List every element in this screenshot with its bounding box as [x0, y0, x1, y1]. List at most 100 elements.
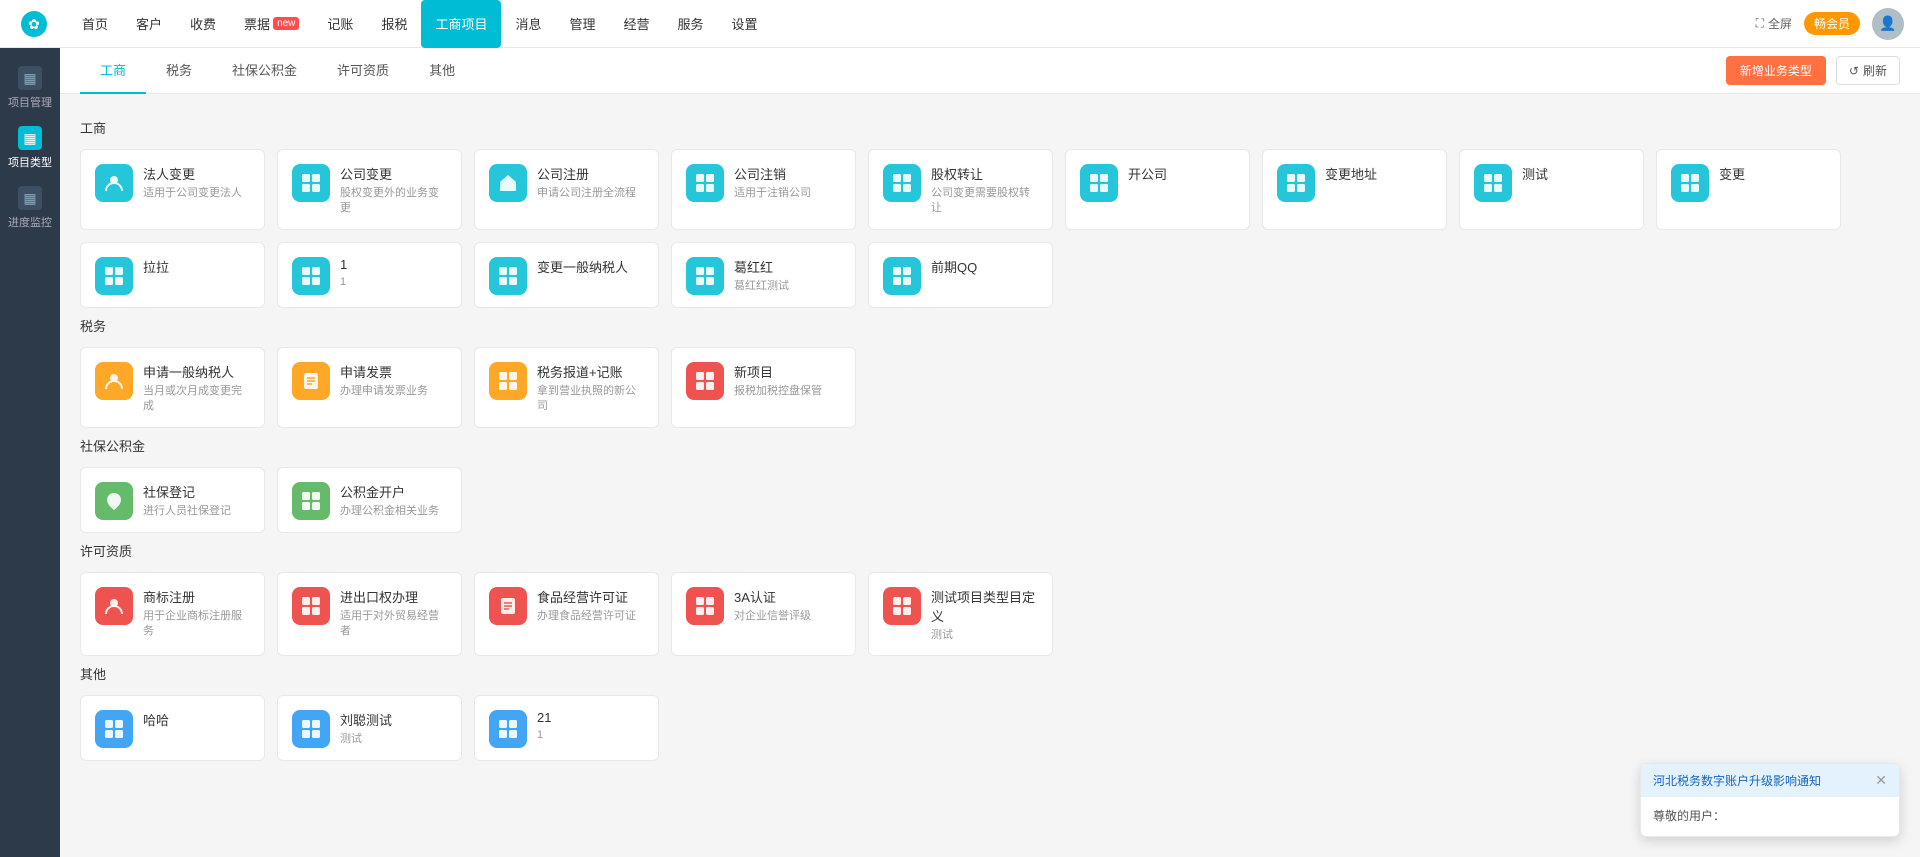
card-text: 社保登记进行人员社保登记: [143, 482, 231, 519]
card-icon: [95, 587, 133, 625]
card-法人变更[interactable]: 法人变更适用于公司变更法人: [80, 149, 265, 230]
card-icon: [95, 257, 133, 295]
sub-tab-工商[interactable]: 工商: [80, 48, 146, 94]
card-title: 葛红红: [734, 257, 789, 276]
sidebar-item-label: 项目类型: [8, 154, 52, 170]
sub-tab-社保公积金[interactable]: 社保公积金: [212, 48, 317, 94]
nav-item-设置[interactable]: 设置: [718, 0, 772, 48]
sidebar-item-进度监控[interactable]: ▦进度监控: [0, 178, 60, 238]
cards-grid-其他: 哈哈 刘聪测试测试 211: [80, 695, 1900, 761]
cards-grid-许可资质: 商标注册用于企业商标注册服务 进出口权办理适用于对外贸易经营者 食品经营许可证办…: [80, 572, 1900, 656]
card-股权转让[interactable]: 股权转让公司变更需要股权转让: [868, 149, 1053, 230]
new-type-button[interactable]: 新增业务类型: [1726, 56, 1826, 85]
notification-body-text: 尊敬的用户：: [1653, 809, 1725, 823]
refresh-button[interactable]: ↺ 刷新: [1836, 56, 1900, 85]
nav-item-报税[interactable]: 报税: [367, 0, 421, 48]
card-inner: 食品经营许可证办理食品经营许可证: [489, 587, 644, 625]
nav-item-票据[interactable]: 票据new: [230, 0, 313, 48]
sidebar-item-项目类型[interactable]: ▦项目类型: [0, 118, 60, 178]
card-title: 公司变更: [340, 164, 447, 183]
card-text: 测试: [1522, 164, 1548, 186]
card-测试项目类型目定义[interactable]: 测试项目类型目定义测试: [868, 572, 1053, 656]
card-申请一般纳税人[interactable]: 申请一般纳税人当月或次月成变更完成: [80, 347, 265, 428]
card-title: 21: [537, 710, 551, 725]
sub-tab-税务[interactable]: 税务: [146, 48, 212, 94]
card-1[interactable]: 11: [277, 242, 462, 308]
refresh-icon: ↺: [1849, 64, 1859, 78]
card-text: 211: [537, 710, 551, 743]
card-inner: 公司变更股权变更外的业务变更: [292, 164, 447, 217]
card-变更地址[interactable]: 变更地址: [1262, 149, 1447, 230]
card-text: 公积金开户办理公积金相关业务: [340, 482, 439, 519]
card-text: 刘聪测试测试: [340, 710, 392, 747]
card-21[interactable]: 211: [474, 695, 659, 761]
card-desc: 1: [537, 728, 551, 743]
app-logo[interactable]: ✿: [16, 6, 52, 42]
card-desc: 适用于对外贸易经营者: [340, 609, 447, 640]
card-text: 11: [340, 257, 347, 290]
card-公司变更[interactable]: 公司变更股权变更外的业务变更: [277, 149, 462, 230]
card-公司注销[interactable]: 公司注销适用于注销公司: [671, 149, 856, 230]
card-社保登记[interactable]: 社保登记进行人员社保登记: [80, 467, 265, 533]
card-葛红红[interactable]: 葛红红葛红红测试: [671, 242, 856, 308]
card-text: 葛红红葛红红测试: [734, 257, 789, 294]
card-3A认证[interactable]: 3A认证对企业信誉评级: [671, 572, 856, 656]
card-title: 1: [340, 257, 347, 272]
section-title-工商: 工商: [80, 118, 1900, 137]
card-变更一般纳税人[interactable]: 变更一般纳税人: [474, 242, 659, 308]
notification-close-button[interactable]: ✕: [1875, 772, 1887, 789]
card-title: 前期QQ: [931, 257, 977, 276]
notification-body: 尊敬的用户：: [1641, 797, 1899, 836]
card-title: 哈哈: [143, 710, 169, 729]
card-公积金开户[interactable]: 公积金开户办理公积金相关业务: [277, 467, 462, 533]
avatar[interactable]: 👤: [1872, 8, 1904, 40]
card-icon: [1671, 164, 1709, 202]
card-title: 变更: [1719, 164, 1745, 183]
card-刘聪测试[interactable]: 刘聪测试测试: [277, 695, 462, 761]
card-变更[interactable]: 变更: [1656, 149, 1841, 230]
card-拉拉[interactable]: 拉拉: [80, 242, 265, 308]
card-食品经营许可证[interactable]: 食品经营许可证办理食品经营许可证: [474, 572, 659, 656]
vip-button[interactable]: 畅会员: [1804, 12, 1860, 35]
fullscreen-label: 全屏: [1768, 15, 1792, 32]
nav-item-工商项目[interactable]: 工商项目: [421, 0, 501, 48]
fullscreen-button[interactable]: ⛶ 全屏: [1756, 15, 1792, 32]
svg-text:✿: ✿: [28, 16, 40, 32]
card-税务报道+记账[interactable]: 税务报道+记账拿到营业执照的新公司: [474, 347, 659, 428]
card-title: 刘聪测试: [340, 710, 392, 729]
card-哈哈[interactable]: 哈哈: [80, 695, 265, 761]
nav-item-客户[interactable]: 客户: [122, 0, 176, 48]
card-前期QQ[interactable]: 前期QQ: [868, 242, 1053, 308]
card-inner: 进出口权办理适用于对外贸易经营者: [292, 587, 447, 640]
content-area: 工商 法人变更适用于公司变更法人 公司变更股权变更外的业务变更 公司注册申请公司…: [60, 94, 1920, 785]
card-text: 申请发票办理申请发票业务: [340, 362, 428, 399]
sub-tab-其他[interactable]: 其他: [409, 48, 475, 94]
card-公司注册[interactable]: 公司注册申请公司注册全流程: [474, 149, 659, 230]
top-navigation: ✿ 首页客户收费票据new记账报税工商项目消息管理经营服务设置 ⛶ 全屏 畅会员…: [0, 0, 1920, 48]
nav-item-管理[interactable]: 管理: [555, 0, 609, 48]
nav-item-记账[interactable]: 记账: [313, 0, 367, 48]
card-desc: 申请公司注册全流程: [537, 186, 636, 201]
card-desc: 对企业信誉评级: [734, 609, 811, 624]
nav-item-经营[interactable]: 经营: [610, 0, 664, 48]
card-申请发票[interactable]: 申请发票办理申请发票业务: [277, 347, 462, 428]
card-title: 测试项目类型目定义: [931, 587, 1038, 625]
card-测试[interactable]: 测试: [1459, 149, 1644, 230]
nav-item-消息[interactable]: 消息: [501, 0, 555, 48]
card-开公司[interactable]: 开公司: [1065, 149, 1250, 230]
card-text: 测试项目类型目定义测试: [931, 587, 1038, 643]
card-text: 变更: [1719, 164, 1745, 186]
card-inner: 葛红红葛红红测试: [686, 257, 841, 295]
card-商标注册[interactable]: 商标注册用于企业商标注册服务: [80, 572, 265, 656]
card-desc: 葛红红测试: [734, 279, 789, 294]
nav-item-收费[interactable]: 收费: [176, 0, 230, 48]
card-text: 法人变更适用于公司变更法人: [143, 164, 242, 201]
card-进出口权办理[interactable]: 进出口权办理适用于对外贸易经营者: [277, 572, 462, 656]
sidebar-item-项目管理[interactable]: ▦项目管理: [0, 58, 60, 118]
sub-tab-许可资质[interactable]: 许可资质: [317, 48, 409, 94]
nav-item-服务[interactable]: 服务: [664, 0, 718, 48]
nav-item-首页[interactable]: 首页: [68, 0, 122, 48]
card-title: 股权转让: [931, 164, 1038, 183]
card-新项目[interactable]: 新项目报税加税控盘保管: [671, 347, 856, 428]
card-icon: [292, 482, 330, 520]
